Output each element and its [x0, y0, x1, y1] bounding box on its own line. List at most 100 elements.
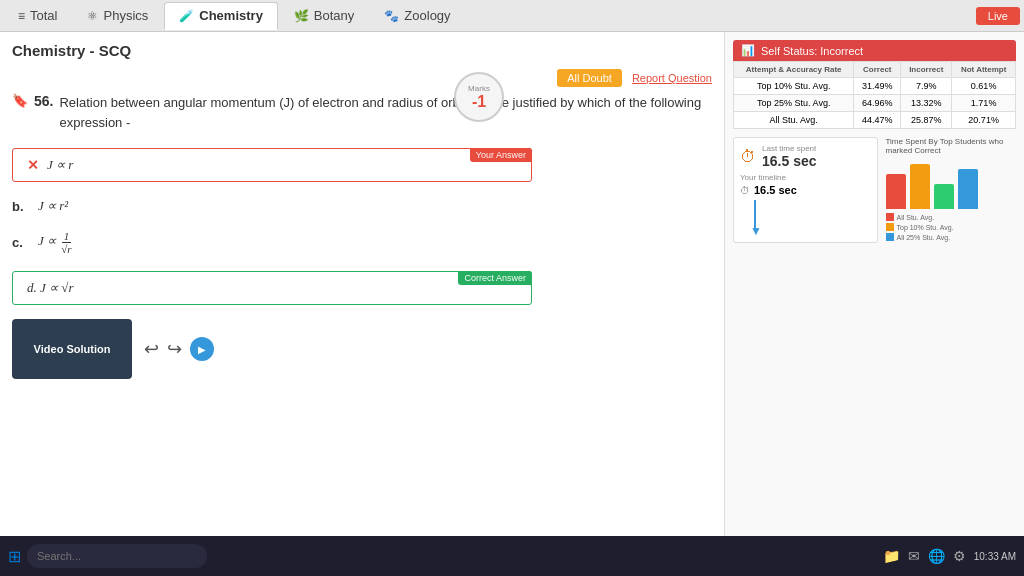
marks-value: -1 [472, 93, 486, 111]
marks-badge: Marks -1 [454, 72, 504, 122]
tab-botany[interactable]: 🌿 Botany [280, 2, 368, 30]
tab-total[interactable]: ≡ Total [4, 2, 71, 30]
option-d-text: d. J ∝ √r [27, 280, 73, 295]
row1-not-attempt: 0.61% [952, 78, 1016, 95]
page-title: Chemistry - SCQ [12, 42, 712, 59]
col-header-attempt: Attempt & Accuracy Rate [734, 62, 854, 78]
time-section: ⏱ Last time spent 16.5 sec Your timeline… [733, 137, 1016, 243]
row3-label: All Stu. Avg. [734, 112, 854, 129]
row2-label: Top 25% Stu. Avg. [734, 95, 854, 112]
col-header-correct: Correct [854, 62, 901, 78]
clock-icon: ⏱ [740, 148, 756, 166]
taskbar-icons: 📁 ✉ 🌐 ⚙ 10:33 AM [883, 548, 1016, 564]
total-icon: ≡ [18, 9, 25, 23]
live-button[interactable]: Live [976, 7, 1020, 25]
option-d-box[interactable]: d. J ∝ √r Correct Answer [12, 271, 532, 305]
row1-incorrect: 7.9% [901, 78, 952, 95]
video-thumbnail[interactable]: Video Solution [12, 319, 132, 379]
all-doubt-button[interactable]: All Doubt [557, 69, 622, 87]
col-header-not-attempt: Not Attempt [952, 62, 1016, 78]
legend-item-3: All 25% Stu. Avg. [886, 233, 1017, 241]
legend-item-1: All Stu. Avg. [886, 213, 1017, 221]
row2-correct: 64.96% [854, 95, 901, 112]
taskbar: ⊞ 📁 ✉ 🌐 ⚙ 10:33 AM [0, 536, 1024, 576]
wrong-icon: ✕ [27, 157, 39, 173]
bar-3 [934, 184, 954, 209]
tab-chemistry[interactable]: 🧪 Chemistry [164, 2, 278, 30]
question-number: 56. [34, 93, 53, 109]
bar-4 [958, 169, 978, 209]
report-question-button[interactable]: Report Question [632, 72, 712, 84]
tab-bar: ≡ Total ⚛ Physics 🧪 Chemistry 🌿 Botany 🐾… [0, 0, 1024, 32]
marks-label: Marks [468, 84, 490, 93]
chart-section: Time Spent By Top Students who marked Co… [886, 137, 1017, 243]
physics-icon: ⚛ [87, 9, 98, 23]
option-a[interactable]: ✕ J ∝ r Your Answer [12, 144, 712, 186]
option-b-label: b. [12, 199, 28, 214]
tab-physics[interactable]: ⚛ Physics [73, 2, 162, 30]
windows-icon[interactable]: ⊞ [8, 547, 21, 566]
option-b[interactable]: b. J ∝ r² [12, 194, 712, 218]
bar-1 [886, 174, 906, 209]
right-panel: 📊 Self Status: Incorrect Attempt & Accur… [724, 32, 1024, 536]
content-area: Chemistry - SCQ All Doubt Report Questio… [0, 32, 1024, 536]
tab-zoology-label: Zoology [404, 8, 450, 23]
option-a-box[interactable]: ✕ J ∝ r Your Answer [12, 148, 532, 182]
row1-label: Top 10% Stu. Avg. [734, 78, 854, 95]
legend-dot-2 [886, 223, 894, 231]
option-c[interactable]: c. J ∝ 1 √r [12, 226, 712, 259]
row3-incorrect: 25.87% [901, 112, 952, 129]
tab-chemistry-label: Chemistry [199, 8, 263, 23]
legend-item-2: Top 10% Stu. Avg. [886, 223, 1017, 231]
tab-total-label: Total [30, 8, 57, 23]
time-clock: ⏱ Last time spent 16.5 sec [740, 144, 871, 169]
option-a-text: J ∝ r [47, 157, 73, 173]
video-area: Video Solution ↩ ↪ ▶ [12, 319, 712, 379]
taskbar-search-input[interactable] [27, 544, 207, 568]
taskbar-folder-icon[interactable]: 📁 [883, 548, 900, 564]
table-row: All Stu. Avg. 44.47% 25.87% 20.71% [734, 112, 1016, 129]
legend-label-2: Top 10% Stu. Avg. [897, 224, 954, 231]
taskbar-time: 10:33 AM [974, 550, 1016, 563]
option-d[interactable]: d. J ∝ √r Correct Answer [12, 267, 712, 309]
your-timeline-label: Your timeline [740, 173, 871, 182]
video-solution-label: Video Solution [34, 343, 111, 355]
time-label: Last time spent [762, 144, 817, 153]
time-value: 16.5 sec [762, 153, 817, 169]
taskbar-app-icon[interactable]: ⚙ [953, 548, 966, 564]
main-content: Chemistry - SCQ All Doubt Report Questio… [0, 32, 724, 536]
col-header-incorrect: Incorrect [901, 62, 952, 78]
option-b-text: J ∝ r² [38, 198, 68, 214]
correct-answer-tag: Correct Answer [458, 271, 532, 285]
legend-label-3: All 25% Stu. Avg. [897, 234, 951, 241]
bookmark-icon: 🔖 [12, 93, 28, 108]
bar-2 [910, 164, 930, 209]
chart-legend: All Stu. Avg. Top 10% Stu. Avg. All 25% … [886, 213, 1017, 241]
row3-correct: 44.47% [854, 112, 901, 129]
share-icon[interactable]: ↩ [144, 338, 159, 360]
chart-title: Time Spent By Top Students who marked Co… [886, 137, 1017, 155]
row2-not-attempt: 1.71% [952, 95, 1016, 112]
tab-botany-label: Botany [314, 8, 354, 23]
video-icons: ↩ ↪ ▶ [144, 337, 214, 361]
zoology-icon: 🐾 [384, 9, 399, 23]
tab-physics-label: Physics [103, 8, 148, 23]
row2-incorrect: 13.32% [901, 95, 952, 112]
table-row: Top 10% Stu. Avg. 31.49% 7.9% 0.61% [734, 78, 1016, 95]
self-status-text: Self Status: Incorrect [761, 45, 863, 57]
chart-bars [886, 159, 1017, 209]
timeline-value: 16.5 sec [754, 184, 797, 196]
status-table: Attempt & Accuracy Rate Correct Incorrec… [733, 61, 1016, 129]
taskbar-chrome-icon[interactable]: 🌐 [928, 548, 945, 564]
options-area: ✕ J ∝ r Your Answer b. J ∝ r² c. J ∝ [12, 144, 712, 309]
play-button[interactable]: ▶ [190, 337, 214, 361]
download-icon[interactable]: ↪ [167, 338, 182, 360]
tab-zoology[interactable]: 🐾 Zoology [370, 2, 464, 30]
your-answer-tag: Your Answer [470, 148, 532, 162]
option-c-label: c. [12, 235, 28, 250]
self-status-bar: 📊 Self Status: Incorrect [733, 40, 1016, 61]
chemistry-icon: 🧪 [179, 9, 194, 23]
taskbar-time-value: 10:33 AM [974, 550, 1016, 563]
taskbar-mail-icon[interactable]: ✉ [908, 548, 920, 564]
question-row: 🔖 56. Relation between angular momentum … [12, 93, 712, 132]
